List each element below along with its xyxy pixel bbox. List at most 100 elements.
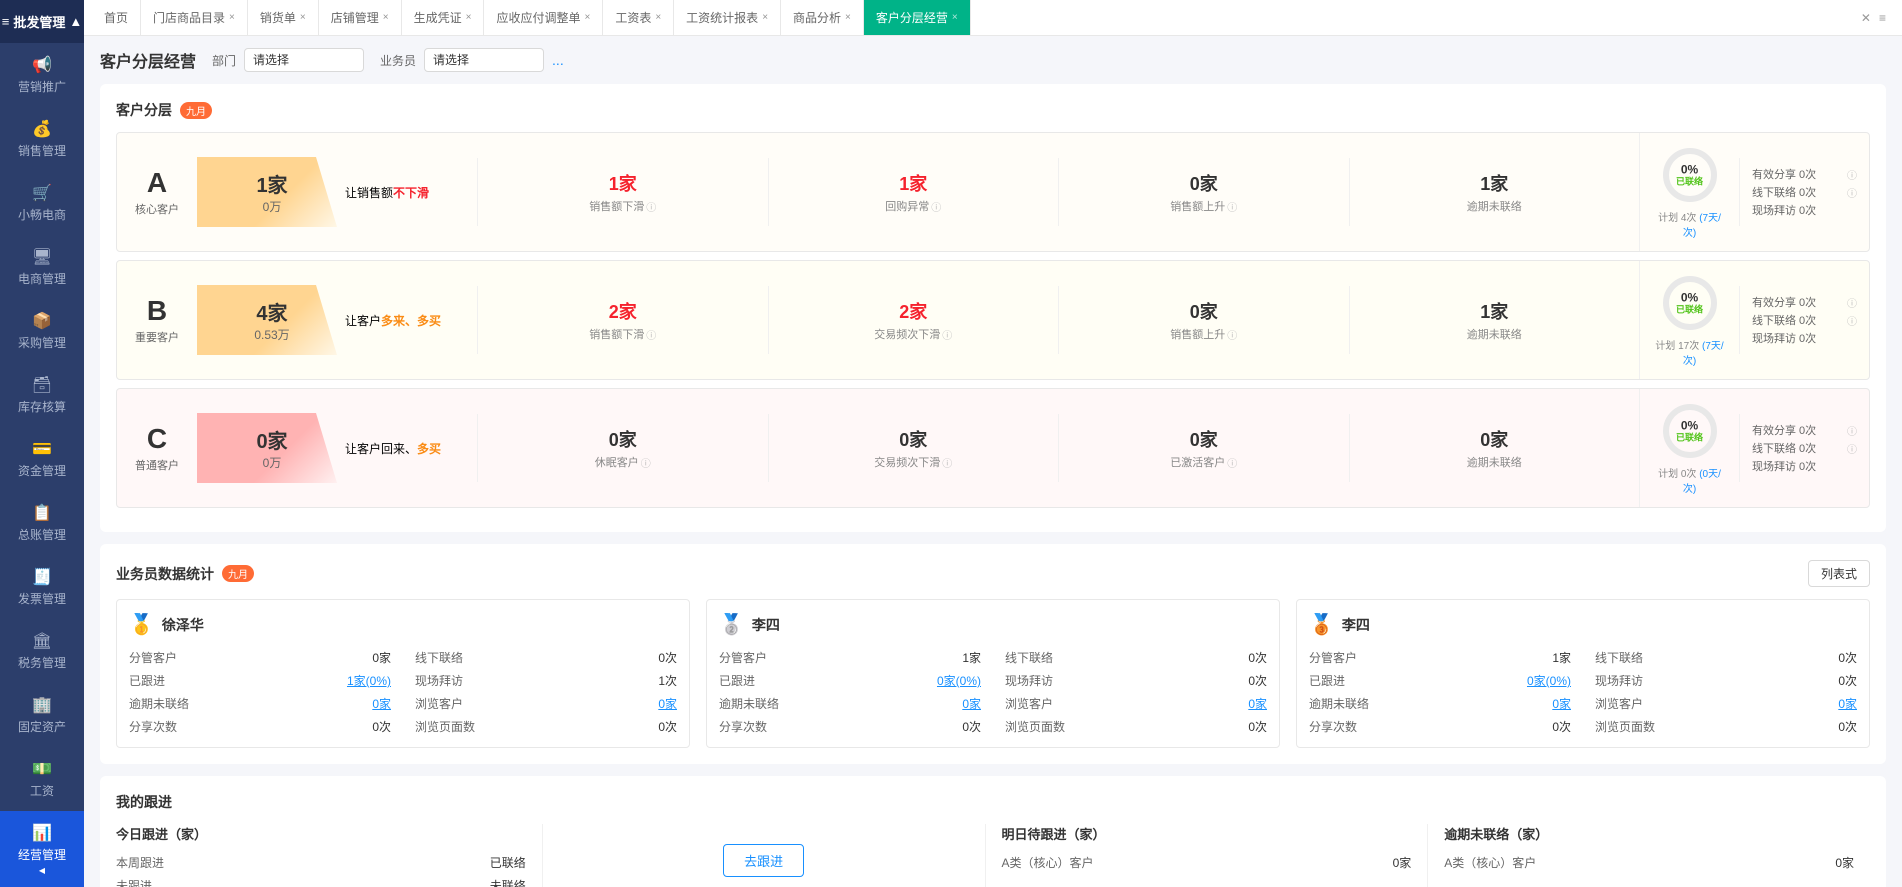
tier-b-slogan-text: 让客户多来、多买 — [345, 312, 469, 329]
staff-select[interactable]: 请选择 — [424, 48, 544, 72]
tier-c-stat-1-count: 0家 — [486, 426, 760, 452]
caigou-icon: 📦 — [32, 311, 52, 331]
staff-lisi1-stat-5: 线下联络 0次 — [1005, 649, 1267, 666]
followup-today-title: 今日跟进（家） — [116, 824, 526, 843]
tier-b-stat-3[interactable]: 0家 销售额上升 ⓘ — [1058, 286, 1349, 354]
tab-sales-order-close[interactable]: × — [300, 12, 306, 23]
sidebar-item-zhangmu[interactable]: 📋 总账管理 — [0, 491, 84, 555]
tab-voucher-label: 生成凭证 — [414, 9, 462, 26]
sidebar-item-zijin[interactable]: 💳 资金管理 — [0, 427, 84, 491]
tier-a-right-stats: 有效分享 0次ⓘ 线下联络 0次ⓘ 现场拜访 0次 — [1739, 158, 1869, 226]
staff-xuzhua-name: 徐泽华 — [162, 615, 204, 635]
tab-payroll-report-close[interactable]: × — [762, 12, 768, 23]
tab-product-analysis-close[interactable]: × — [845, 12, 851, 23]
tier-b-stat-4[interactable]: 1家 逾期未联络 — [1349, 286, 1640, 354]
tier-b-stat-4-count: 1家 — [1358, 298, 1632, 324]
tab-close-all[interactable]: ✕ — [1861, 11, 1871, 25]
followup-today-row-2: 未跟进 未联络 — [116, 874, 526, 887]
tier-b-stat-1[interactable]: 2家 销售额下滑 ⓘ — [477, 286, 768, 354]
tier-c-stat-1[interactable]: 0家 休眠客户 ⓘ — [477, 414, 768, 482]
go-followup-btn[interactable]: 去跟进 — [723, 844, 804, 877]
tab-voucher[interactable]: 生成凭证 × — [402, 0, 485, 35]
tab-home[interactable]: 首页 — [92, 0, 141, 35]
sidebar-item-label: 固定资产 — [18, 718, 66, 735]
tier-a-circle-plan: 计划 4次 (7天/次) — [1652, 209, 1727, 239]
tier-a-stat-3[interactable]: 0家 销售额上升 ⓘ — [1058, 158, 1349, 226]
my-followup-section: 我的跟进 今日跟进（家） 本周跟进 已联络 未跟进 未联络 去跟进 — [100, 776, 1886, 887]
staff-xuzhua-badge: 🥇 — [129, 612, 154, 637]
tab-payroll[interactable]: 工资表 × — [603, 0, 674, 35]
tab-product-analysis[interactable]: 商品分析 × — [781, 0, 864, 35]
sidebar-item-label: 资金管理 — [18, 462, 66, 479]
tab-receivable-close[interactable]: × — [584, 12, 590, 23]
sidebar-item-gongzi[interactable]: 💵 工资 — [0, 747, 84, 811]
staff-xuzhua-stat-6: 现场拜访 1次 — [415, 672, 677, 689]
staff-lisi2-name: 李四 — [1342, 615, 1370, 635]
zijin-icon: 💳 — [32, 439, 52, 459]
sidebar-item-label: 库存核算 — [18, 398, 66, 415]
sidebar-item-gudingzichan[interactable]: 🏢 固定资产 — [0, 683, 84, 747]
shuiwu-icon: 🏛 — [32, 631, 52, 651]
tier-c-right-stats: 有效分享 0次ⓘ 线下联络 0次ⓘ 现场拜访 0次 — [1739, 414, 1869, 482]
sidebar-item-shuiwu[interactable]: 🏛 税务管理 — [0, 619, 84, 683]
tab-receivable[interactable]: 应收应付调整单 × — [484, 0, 603, 35]
tier-a-stat-1-label: 销售额下滑 ⓘ — [486, 198, 760, 214]
dept-select[interactable]: 请选择 — [244, 48, 364, 72]
business-stats-header: 业务员数据统计 九月 列表式 — [116, 560, 1870, 587]
tier-c-circle-text: 0% 已联络 — [1676, 418, 1703, 443]
tier-b-circle-container: 0% 已联络 — [1660, 273, 1720, 333]
tier-a-stat-2[interactable]: 1家 回购异常 ⓘ — [768, 158, 1059, 226]
sidebar-item-xiaodian[interactable]: 🛒 小畅电商 — [0, 171, 84, 235]
tier-c-count: 0家 — [256, 425, 287, 454]
tier-a-circle-container: 0% 已联络 — [1660, 145, 1720, 205]
tier-c-stat-4[interactable]: 0家 逾期未联络 — [1349, 414, 1640, 482]
sidebar-item-caigou[interactable]: 📦 采购管理 — [0, 299, 84, 363]
tier-a-label: A 核心客户 — [117, 151, 197, 233]
gongzi-icon: 💵 — [32, 759, 52, 779]
sidebar-header[interactable]: ≡ 批发管理 ▲ — [0, 0, 84, 43]
staff-lisi2-stat-1: 分管客户 1家 — [1309, 649, 1571, 666]
tier-b-stat-2-label: 交易频次下滑 ⓘ — [777, 326, 1051, 342]
sidebar-item-jingying[interactable]: 📊 经营管理 ◀ — [0, 811, 84, 887]
tab-sales-order[interactable]: 销货单 × — [248, 0, 319, 35]
tab-payroll-close[interactable]: × — [655, 12, 661, 23]
staff-card-lisi1: 🥈 李四 分管客户 1家 线下联络 0次 已跟进 — [706, 599, 1280, 748]
sidebar-item-yingxiao[interactable]: 📢 营销推广 — [0, 43, 84, 107]
tab-store-mgmt[interactable]: 店铺管理 × — [319, 0, 402, 35]
tier-b-stat-2[interactable]: 2家 交易频次下滑 ⓘ — [768, 286, 1059, 354]
business-stats-title: 业务员数据统计 — [116, 564, 214, 584]
tab-customer-mgmt-close[interactable]: × — [952, 12, 958, 23]
tab-customer-mgmt[interactable]: 客户分层经营 × — [864, 0, 971, 35]
sidebar-item-xiaoshou[interactable]: 💰 销售管理 — [0, 107, 84, 171]
tab-menu[interactable]: ≡ — [1879, 11, 1886, 25]
business-stats-section: 业务员数据统计 九月 列表式 🥇 徐泽华 分管客户 0家 — [100, 544, 1886, 764]
sidebar-item-diansang[interactable]: 🖥 电商管理 — [0, 235, 84, 299]
tier-c-stat-3[interactable]: 0家 已激活客户 ⓘ — [1058, 414, 1349, 482]
tab-voucher-close[interactable]: × — [466, 12, 472, 23]
tab-store-products-close[interactable]: × — [229, 12, 235, 23]
tab-store-products[interactable]: 门店商品目录 × — [141, 0, 248, 35]
sidebar-item-kucun[interactable]: 🗃 库存核算 — [0, 363, 84, 427]
tier-c-circle-plan: 计划 0次 (0天/次) — [1652, 465, 1727, 495]
gudingzichan-icon: 🏢 — [32, 695, 52, 715]
tier-c-stat-2[interactable]: 0家 交易频次下滑 ⓘ — [768, 414, 1059, 482]
staff-lisi1-stat-8: 浏览页面数 0次 — [1005, 718, 1267, 735]
followup-col-tomorrow: 明日待跟进（家） A类（核心）客户 0家 — [986, 824, 1429, 887]
sidebar-item-fapiao[interactable]: 🧾 发票管理 — [0, 555, 84, 619]
tier-a-name: 核心客户 — [135, 201, 179, 217]
tier-a-stat-1[interactable]: 1家 销售额下滑 ⓘ — [477, 158, 768, 226]
tier-a-stat-4[interactable]: 1家 逾期未联络 — [1349, 158, 1640, 226]
filter-more-btn[interactable]: ... — [552, 52, 564, 68]
tab-store-mgmt-close[interactable]: × — [383, 12, 389, 23]
staff-lisi2-stats: 分管客户 1家 线下联络 0次 已跟进 0家(0%) 现场拜访 — [1309, 649, 1857, 735]
tier-b-stat-2-count: 2家 — [777, 298, 1051, 324]
tab-payroll-report[interactable]: 工资统计报表 × — [674, 0, 781, 35]
tier-c-visual: 0家 0万 — [197, 413, 337, 483]
tab-actions: ✕ ≡ — [1853, 11, 1894, 25]
list-view-btn[interactable]: 列表式 — [1808, 560, 1870, 587]
staff-cards: 🥇 徐泽华 分管客户 0家 线下联络 0次 已跟进 — [116, 599, 1870, 748]
tier-c-slogan: 让客户回来、多买 — [337, 428, 477, 469]
followup-col-today: 今日跟进（家） 本周跟进 已联络 未跟进 未联络 — [116, 824, 543, 887]
tab-store-products-label: 门店商品目录 — [153, 9, 225, 26]
tier-a-right-2: 线下联络 0次ⓘ — [1752, 184, 1857, 200]
